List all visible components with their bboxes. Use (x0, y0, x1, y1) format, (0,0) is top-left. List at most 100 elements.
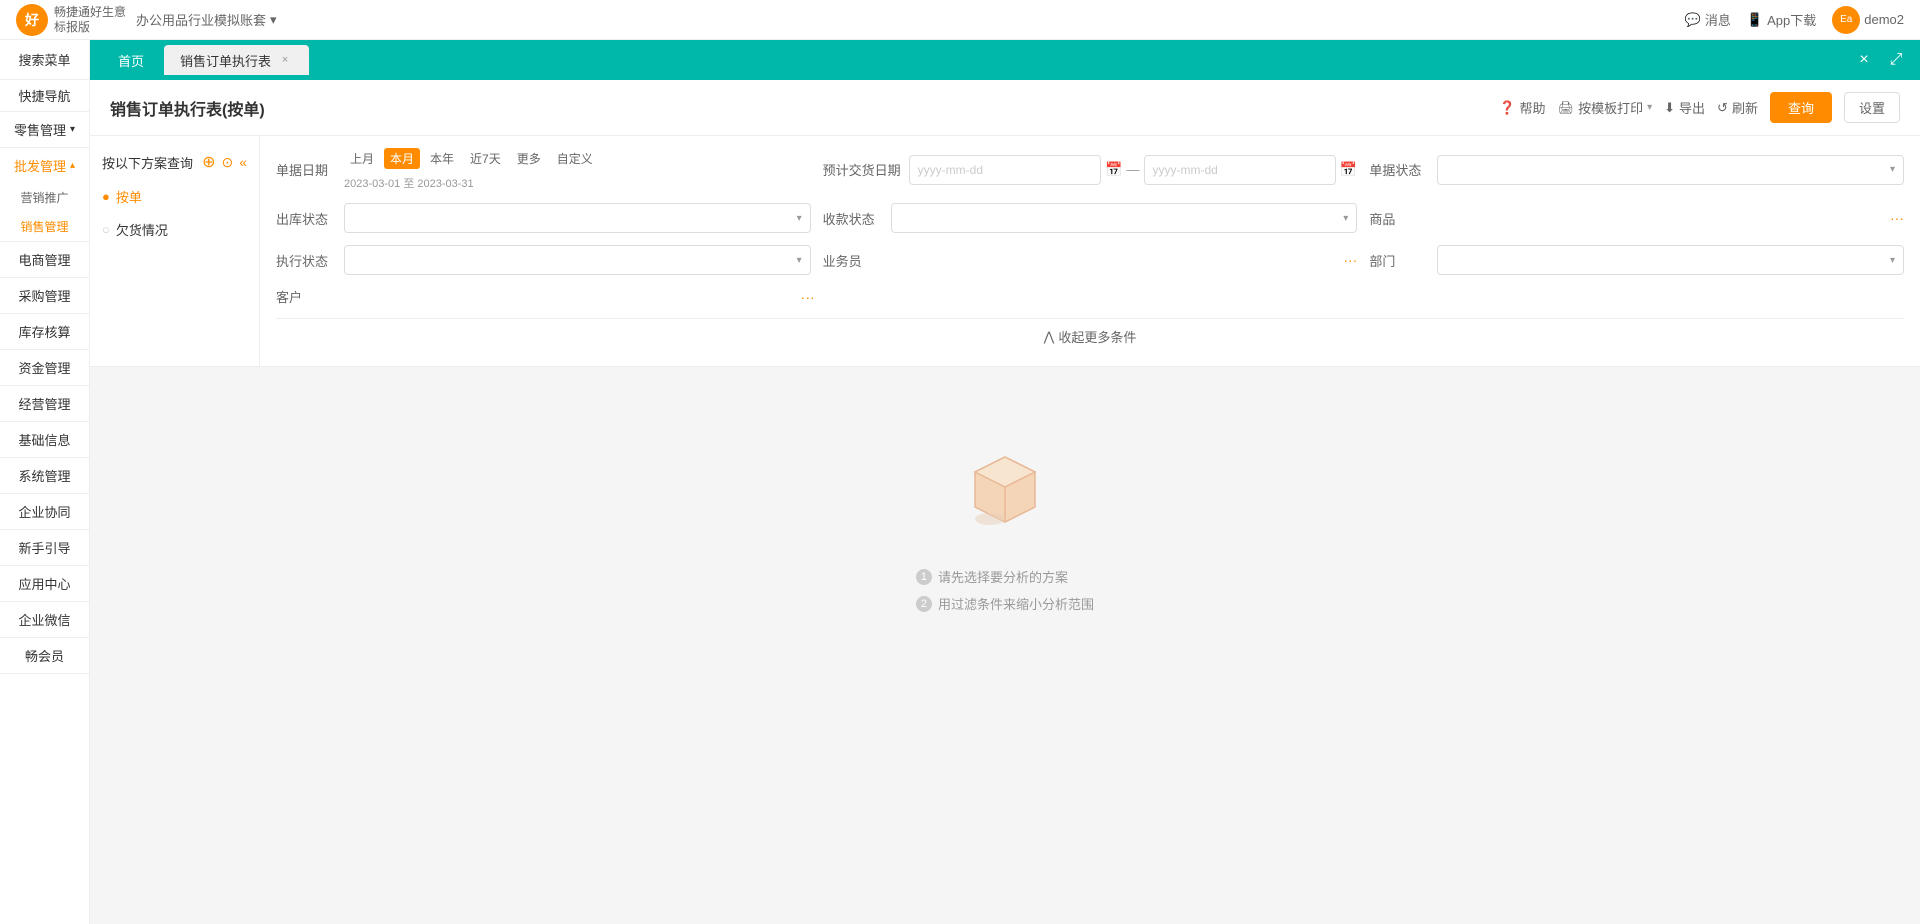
doc-status-select[interactable]: ▾ (1437, 155, 1904, 185)
exec-status-select[interactable]: ▾ (344, 245, 811, 275)
filter-item-salesman: 业务员 ··· (823, 251, 1358, 270)
filter-item-date: 单据日期 上月 本月 本年 近7天 更多 自定义 20 (276, 148, 811, 191)
sidebar-group-newbie: 新手引导 (0, 530, 89, 566)
date-tabs: 上月 本月 本年 近7天 更多 自定义 (344, 148, 811, 169)
sidebar: 搜索菜单 快捷导航 零售管理 ▾ 批发管理 ▴ 营销推广 销售管理 电商管理 采… (0, 40, 90, 924)
chevron-up-icon: ▴ (70, 160, 75, 171)
refresh-btn[interactable]: ↺ 刷新 (1717, 98, 1758, 117)
window-close-btn[interactable]: × (1852, 48, 1876, 72)
app-download-btn[interactable]: 📱 App下载 (1747, 10, 1816, 29)
sidebar-item-inventory[interactable]: 库存核算 (0, 314, 89, 349)
date-tab-custom[interactable]: 自定义 (551, 148, 599, 169)
search-btn[interactable]: 查询 (1770, 92, 1832, 123)
print-dropdown-icon[interactable]: ▾ (1647, 102, 1652, 113)
filter-item-out-status: 出库状态 ▾ (276, 203, 811, 233)
goods-more-btn[interactable]: ··· (1890, 210, 1904, 226)
add-scheme-btn[interactable]: ⊕ (202, 152, 215, 172)
sidebar-quick-nav[interactable]: 快捷导航 (0, 80, 89, 112)
date-tab-this-month[interactable]: 本月 (384, 148, 420, 169)
expected-date-range: yyyy-mm-dd 📅 — yyyy-mm-dd 📅 (909, 155, 1358, 185)
sidebar-group-ecommerce: 电商管理 (0, 242, 89, 278)
out-status-select[interactable]: ▾ (344, 203, 811, 233)
message-btn[interactable]: 💬 消息 (1685, 10, 1731, 29)
settings-btn[interactable]: 设置 (1844, 92, 1900, 123)
filter-right: 单据日期 上月 本月 本年 近7天 更多 自定义 20 (260, 136, 1920, 366)
tab-close-btn[interactable]: × (277, 52, 293, 68)
collapse-scheme-btn[interactable]: « (239, 154, 247, 170)
message-icon: 💬 (1685, 12, 1701, 28)
header-left: 好 畅捷通好生意 标报版 办公用品行业模拟账套 ▾ (16, 4, 277, 36)
sidebar-item-finance[interactable]: 资金管理 (0, 350, 89, 385)
refresh-icon: ↺ (1717, 100, 1728, 116)
date-tab-this-year[interactable]: 本年 (424, 148, 460, 169)
sidebar-group-wechat: 企业微信 (0, 602, 89, 638)
empty-tips: 1 请先选择要分析的方案 2 用过滤条件来缩小分析范围 (916, 567, 1094, 621)
empty-illustration (955, 447, 1055, 547)
sidebar-item-appstore[interactable]: 应用中心 (0, 566, 89, 601)
chevron-down-icon4: ▾ (797, 255, 802, 266)
sidebar-group-retail: 零售管理 ▾ (0, 112, 89, 148)
filter-item-goods: 商品 ··· (1369, 209, 1904, 228)
sidebar-item-wechat[interactable]: 企业微信 (0, 602, 89, 637)
filter-scheme-按单[interactable]: ● 按单 (90, 180, 259, 213)
filter-row-3: 执行状态 ▾ 业务员 ··· (276, 245, 1904, 275)
top-header: 好 畅捷通好生意 标报版 办公用品行业模拟账套 ▾ 💬 消息 📱 App下载 E… (0, 0, 1920, 40)
filter-item-doc-status: 单据状态 ▾ (1369, 155, 1904, 185)
sidebar-item-system[interactable]: 系统管理 (0, 458, 89, 493)
page-title: 销售订单执行表(按单) (110, 96, 265, 120)
sidebar-item-operations[interactable]: 经营管理 (0, 386, 89, 421)
dept-select[interactable]: ▾ (1437, 245, 1904, 275)
sidebar-group-operations: 经营管理 (0, 386, 89, 422)
chevron-down-icon5: ▾ (1890, 255, 1895, 266)
sidebar-item-ecommerce[interactable]: 电商管理 (0, 242, 89, 277)
chevron-down-icon3: ▾ (1343, 213, 1348, 224)
filter-row-2: 出库状态 ▾ 收款状态 ▾ (276, 203, 1904, 233)
sidebar-item-enterprise[interactable]: 企业协同 (0, 494, 89, 529)
header-right: 💬 消息 📱 App下载 Ea demo2 (1685, 6, 1904, 34)
print-btn[interactable]: 🖨 按模板打印 ▾ (1558, 98, 1653, 117)
sidebar-item-retail[interactable]: 零售管理 ▾ (0, 112, 89, 147)
collapse-more-btn[interactable]: ⋀ 收起更多条件 (276, 318, 1904, 354)
filter-row-1: 单据日期 上月 本月 本年 近7天 更多 自定义 20 (276, 148, 1904, 191)
sidebar-item-newbie[interactable]: 新手引导 (0, 530, 89, 565)
export-btn[interactable]: ⬇ 导出 (1664, 98, 1705, 117)
calendar-from-icon[interactable]: 📅 (1105, 161, 1122, 178)
expected-date-from[interactable]: yyyy-mm-dd (909, 155, 1101, 185)
sidebar-item-sales[interactable]: 销售管理 (0, 212, 89, 241)
customer-more-btn[interactable]: ··· (801, 289, 815, 305)
logo-area: 好 畅捷通好生意 标报版 (16, 4, 126, 36)
logo-icon: 好 (16, 4, 48, 36)
help-btn[interactable]: ❓ 帮助 (1499, 98, 1545, 117)
logo-text: 畅捷通好生意 标报版 (54, 5, 126, 34)
user-menu[interactable]: Ea demo2 (1832, 6, 1904, 34)
breadcrumb-dropdown-icon[interactable]: ▾ (270, 12, 277, 28)
mobile-icon: 📱 (1747, 12, 1763, 28)
filter-left: 按以下方案查询 ⊕ ⊙ « ● 按单 ○ 欠货情况 (90, 136, 260, 366)
date-wrapper: 上月 本月 本年 近7天 更多 自定义 2023-03-01 至 2023-03… (344, 148, 811, 191)
sidebar-group-wholesale: 批发管理 ▴ 营销推广 销售管理 (0, 148, 89, 242)
sidebar-group-basic: 基础信息 (0, 422, 89, 458)
expected-date-to[interactable]: yyyy-mm-dd (1144, 155, 1336, 185)
calendar-to-icon[interactable]: 📅 (1340, 161, 1357, 178)
reset-scheme-btn[interactable]: ⊙ (221, 154, 233, 171)
sidebar-item-purchase[interactable]: 采购管理 (0, 278, 89, 313)
date-tab-7days[interactable]: 近7天 (464, 148, 507, 169)
date-tab-more[interactable]: 更多 (511, 148, 547, 169)
tab-sales-order[interactable]: 销售订单执行表 × (164, 45, 309, 75)
window-expand-btn[interactable]: ⤢ (1884, 48, 1908, 72)
empty-tip-2: 2 用过滤条件来缩小分析范围 (916, 594, 1094, 613)
page-actions: ❓ 帮助 🖨 按模板打印 ▾ ⬇ 导出 ↺ 刷新 (1499, 92, 1900, 123)
salesman-more-btn[interactable]: ··· (1343, 252, 1357, 268)
receive-status-select[interactable]: ▾ (891, 203, 1358, 233)
chevron-down-icon: ▾ (1890, 164, 1895, 175)
avatar: Ea (1832, 6, 1860, 34)
sidebar-item-basic[interactable]: 基础信息 (0, 422, 89, 457)
tab-home[interactable]: 首页 (102, 45, 160, 75)
sidebar-item-wholesale[interactable]: 批发管理 ▴ (0, 148, 89, 183)
date-tab-last-month[interactable]: 上月 (344, 148, 380, 169)
content-area: 首页 销售订单执行表 × × ⤢ 销售订单执行表(按单) ❓ 帮助 (90, 40, 1920, 924)
sidebar-item-marketing[interactable]: 营销推广 (0, 183, 89, 212)
sidebar-search-menu[interactable]: 搜索菜单 (0, 40, 89, 80)
filter-scheme-欠货情况[interactable]: ○ 欠货情况 (90, 213, 259, 246)
sidebar-item-member[interactable]: 畅会员 (0, 638, 89, 673)
